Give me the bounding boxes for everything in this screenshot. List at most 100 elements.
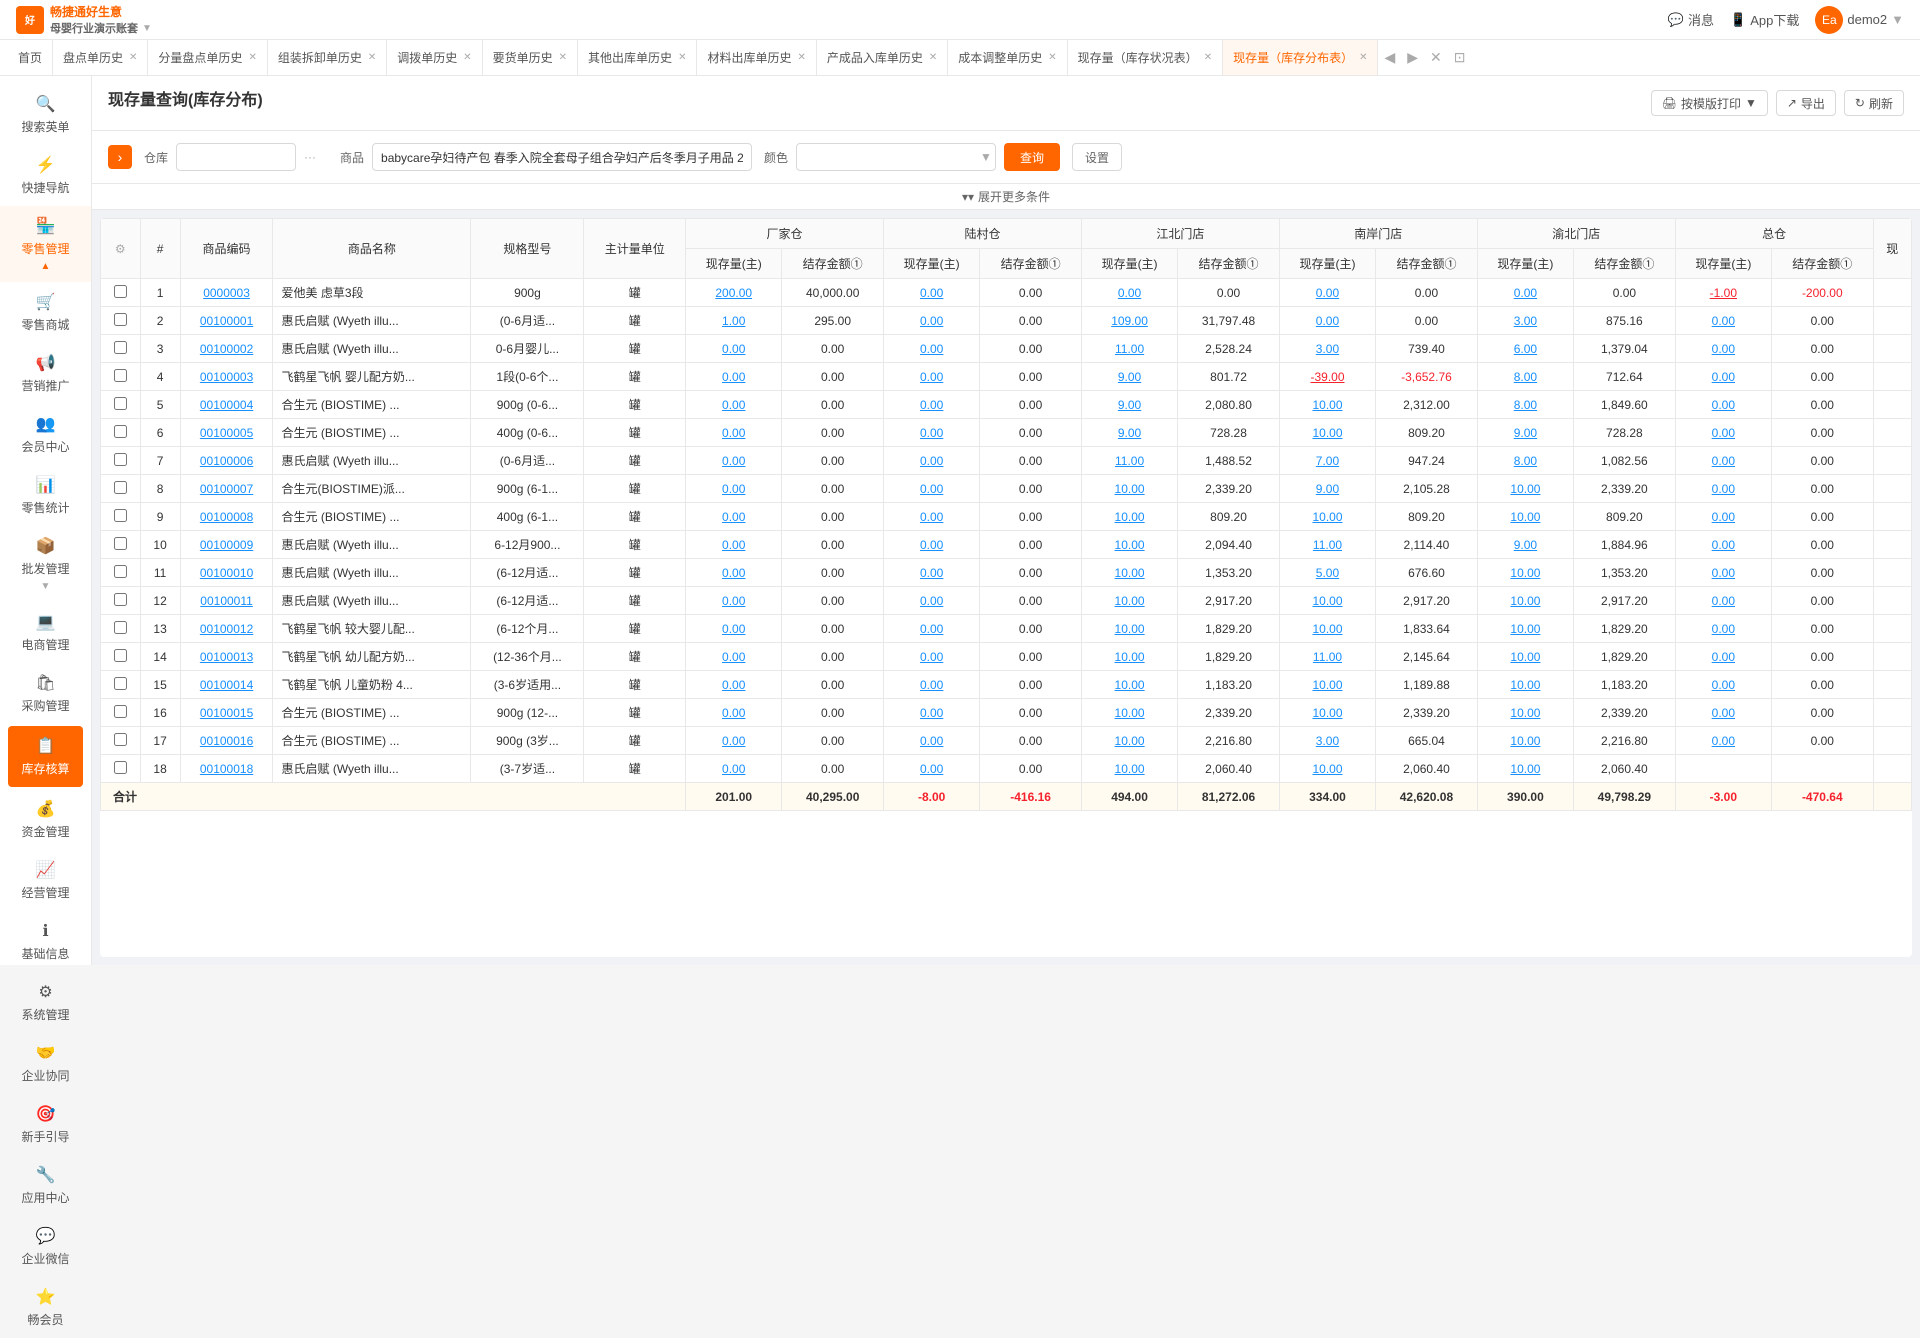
cell-f-stock[interactable]: 1.00 [686,307,782,335]
cell-jb-stock[interactable]: 11.00 [1081,447,1177,475]
expand-conditions-btn[interactable]: ▾▾ 展开更多条件 [962,188,1050,205]
cell-l-stock[interactable]: 0.00 [883,419,979,447]
cell-na-stock[interactable]: 7.00 [1279,447,1375,475]
cell-l-stock[interactable]: 0.00 [883,559,979,587]
tab-stock-dist[interactable]: 现存量（库存分布表） ✕ [1223,40,1378,76]
cell-yb-stock[interactable]: 10.00 [1477,615,1573,643]
cell-t-stock[interactable]: 0.00 [1675,727,1771,755]
sidebar-item-search[interactable]: 🔍 搜索英单 [0,84,91,145]
cell-code[interactable]: 00100010 [180,559,273,587]
tab-home[interactable]: 首页 [8,40,53,76]
tab-transfer[interactable]: 调拨单历史 ✕ [387,40,482,76]
sidebar-item-member[interactable]: 👥 会员中心 [0,404,91,465]
cell-yb-stock[interactable]: 9.00 [1477,419,1573,447]
cell-yb-stock[interactable]: 10.00 [1477,503,1573,531]
tab-close-material-out[interactable]: ✕ [797,52,805,63]
cell-f-stock[interactable]: 0.00 [686,559,782,587]
cell-checkbox[interactable] [101,643,141,671]
cell-checkbox[interactable] [101,531,141,559]
user-area[interactable]: Ea demo2 ▼ [1815,6,1904,34]
sidebar-item-guide[interactable]: 🎯 新手引导 [0,1094,91,1155]
sidebar-item-wecom[interactable]: 💬 企业微信 [0,1216,91,1277]
tab-close-stock-status[interactable]: ✕ [1204,52,1212,63]
tab-nav-left[interactable]: ◀ [1378,49,1401,66]
cell-yb-stock[interactable]: 10.00 [1477,559,1573,587]
cell-na-stock[interactable]: 10.00 [1279,587,1375,615]
sidebar-item-apps[interactable]: 🔧 应用中心 [0,1155,91,1216]
cell-na-stock[interactable]: 3.00 [1279,727,1375,755]
cell-l-stock[interactable]: 0.00 [883,363,979,391]
cell-na-stock[interactable]: 11.00 [1279,643,1375,671]
tab-nav-close-all[interactable]: ✕ [1424,49,1448,66]
cell-checkbox[interactable] [101,587,141,615]
product-input[interactable] [372,143,752,171]
color-dropdown[interactable]: ▼ [980,150,992,164]
cell-na-stock[interactable]: 5.00 [1279,559,1375,587]
cell-t-stock[interactable]: 0.00 [1675,419,1771,447]
cell-t-stock[interactable]: -1.00 [1675,279,1771,307]
cell-l-stock[interactable]: 0.00 [883,279,979,307]
cell-yb-stock[interactable]: 10.00 [1477,727,1573,755]
warehouse-input[interactable] [176,143,296,171]
cell-yb-stock[interactable]: 10.00 [1477,671,1573,699]
cell-checkbox[interactable] [101,755,141,783]
cell-f-stock[interactable]: 0.00 [686,615,782,643]
cell-l-stock[interactable]: 0.00 [883,447,979,475]
cell-t-stock[interactable]: 0.00 [1675,559,1771,587]
cell-yb-stock[interactable]: 9.00 [1477,531,1573,559]
cell-f-stock[interactable]: 0.00 [686,531,782,559]
cell-code[interactable]: 00100018 [180,755,273,783]
export-button[interactable]: ↗ 导出 [1776,90,1836,116]
cell-t-stock[interactable]: 0.00 [1675,699,1771,727]
sidebar-item-ecom[interactable]: 💻 电商管理 [0,602,91,663]
cell-checkbox[interactable] [101,699,141,727]
message-btn[interactable]: 💬 消息 [1668,10,1714,29]
cell-checkbox[interactable] [101,279,141,307]
cell-code[interactable]: 00100007 [180,475,273,503]
cell-yb-stock[interactable]: 10.00 [1477,699,1573,727]
tab-close-cost-adjust[interactable]: ✕ [1048,52,1056,63]
cell-jb-stock[interactable]: 10.00 [1081,559,1177,587]
sidebar-item-mall[interactable]: 🛒 零售商城 [0,282,91,343]
sidebar-item-nav[interactable]: ⚡ 快捷导航 [0,145,91,206]
tab-assembly[interactable]: 组装拆卸单历史 ✕ [268,40,387,76]
cell-l-stock[interactable]: 0.00 [883,755,979,783]
cell-jb-stock[interactable]: 10.00 [1081,475,1177,503]
cell-jb-stock[interactable]: 9.00 [1081,363,1177,391]
cell-jb-stock[interactable]: 10.00 [1081,587,1177,615]
cell-code[interactable]: 00100009 [180,531,273,559]
sidebar-item-retail-stat[interactable]: 📊 零售统计 [0,465,91,526]
tab-close-transfer[interactable]: ✕ [463,52,471,63]
cell-t-stock[interactable]: 0.00 [1675,335,1771,363]
cell-t-stock[interactable]: 0.00 [1675,307,1771,335]
cell-jb-stock[interactable]: 11.00 [1081,335,1177,363]
cell-na-stock[interactable]: 10.00 [1279,755,1375,783]
cell-code[interactable]: 00100014 [180,671,273,699]
gear-icon[interactable]: ⚙ [115,242,126,256]
cell-checkbox[interactable] [101,475,141,503]
cell-l-stock[interactable]: 0.00 [883,615,979,643]
cell-jb-stock[interactable]: 10.00 [1081,699,1177,727]
cell-f-stock[interactable]: 0.00 [686,587,782,615]
cell-yb-stock[interactable]: 3.00 [1477,307,1573,335]
cell-t-stock[interactable]: 0.00 [1675,503,1771,531]
cell-l-stock[interactable]: 0.00 [883,727,979,755]
print-button[interactable]: 🖨 按模版打印 ▼ [1651,90,1768,116]
cell-jb-stock[interactable]: 9.00 [1081,391,1177,419]
cell-checkbox[interactable] [101,727,141,755]
cell-checkbox[interactable] [101,335,141,363]
sidebar-item-basic[interactable]: ℹ 基础信息 [0,911,91,972]
cell-t-stock[interactable]: 0.00 [1675,363,1771,391]
cell-f-stock[interactable]: 0.00 [686,643,782,671]
tab-close-inventory-check[interactable]: ✕ [129,52,137,63]
cell-na-stock[interactable]: 10.00 [1279,503,1375,531]
tab-inventory-check[interactable]: 盘点单历史 ✕ [53,40,148,76]
cell-code[interactable]: 0000003 [180,279,273,307]
cell-yb-stock[interactable]: 10.00 [1477,475,1573,503]
tab-product-in[interactable]: 产成品入库单历史 ✕ [817,40,948,76]
tab-nav-right[interactable]: ▶ [1401,49,1424,66]
th-gear[interactable]: ⚙ [101,219,141,279]
sidebar-item-wholesale[interactable]: 📦 批发管理 ▼ [0,526,91,602]
cell-jb-stock[interactable]: 10.00 [1081,531,1177,559]
cell-na-stock[interactable]: 11.00 [1279,531,1375,559]
